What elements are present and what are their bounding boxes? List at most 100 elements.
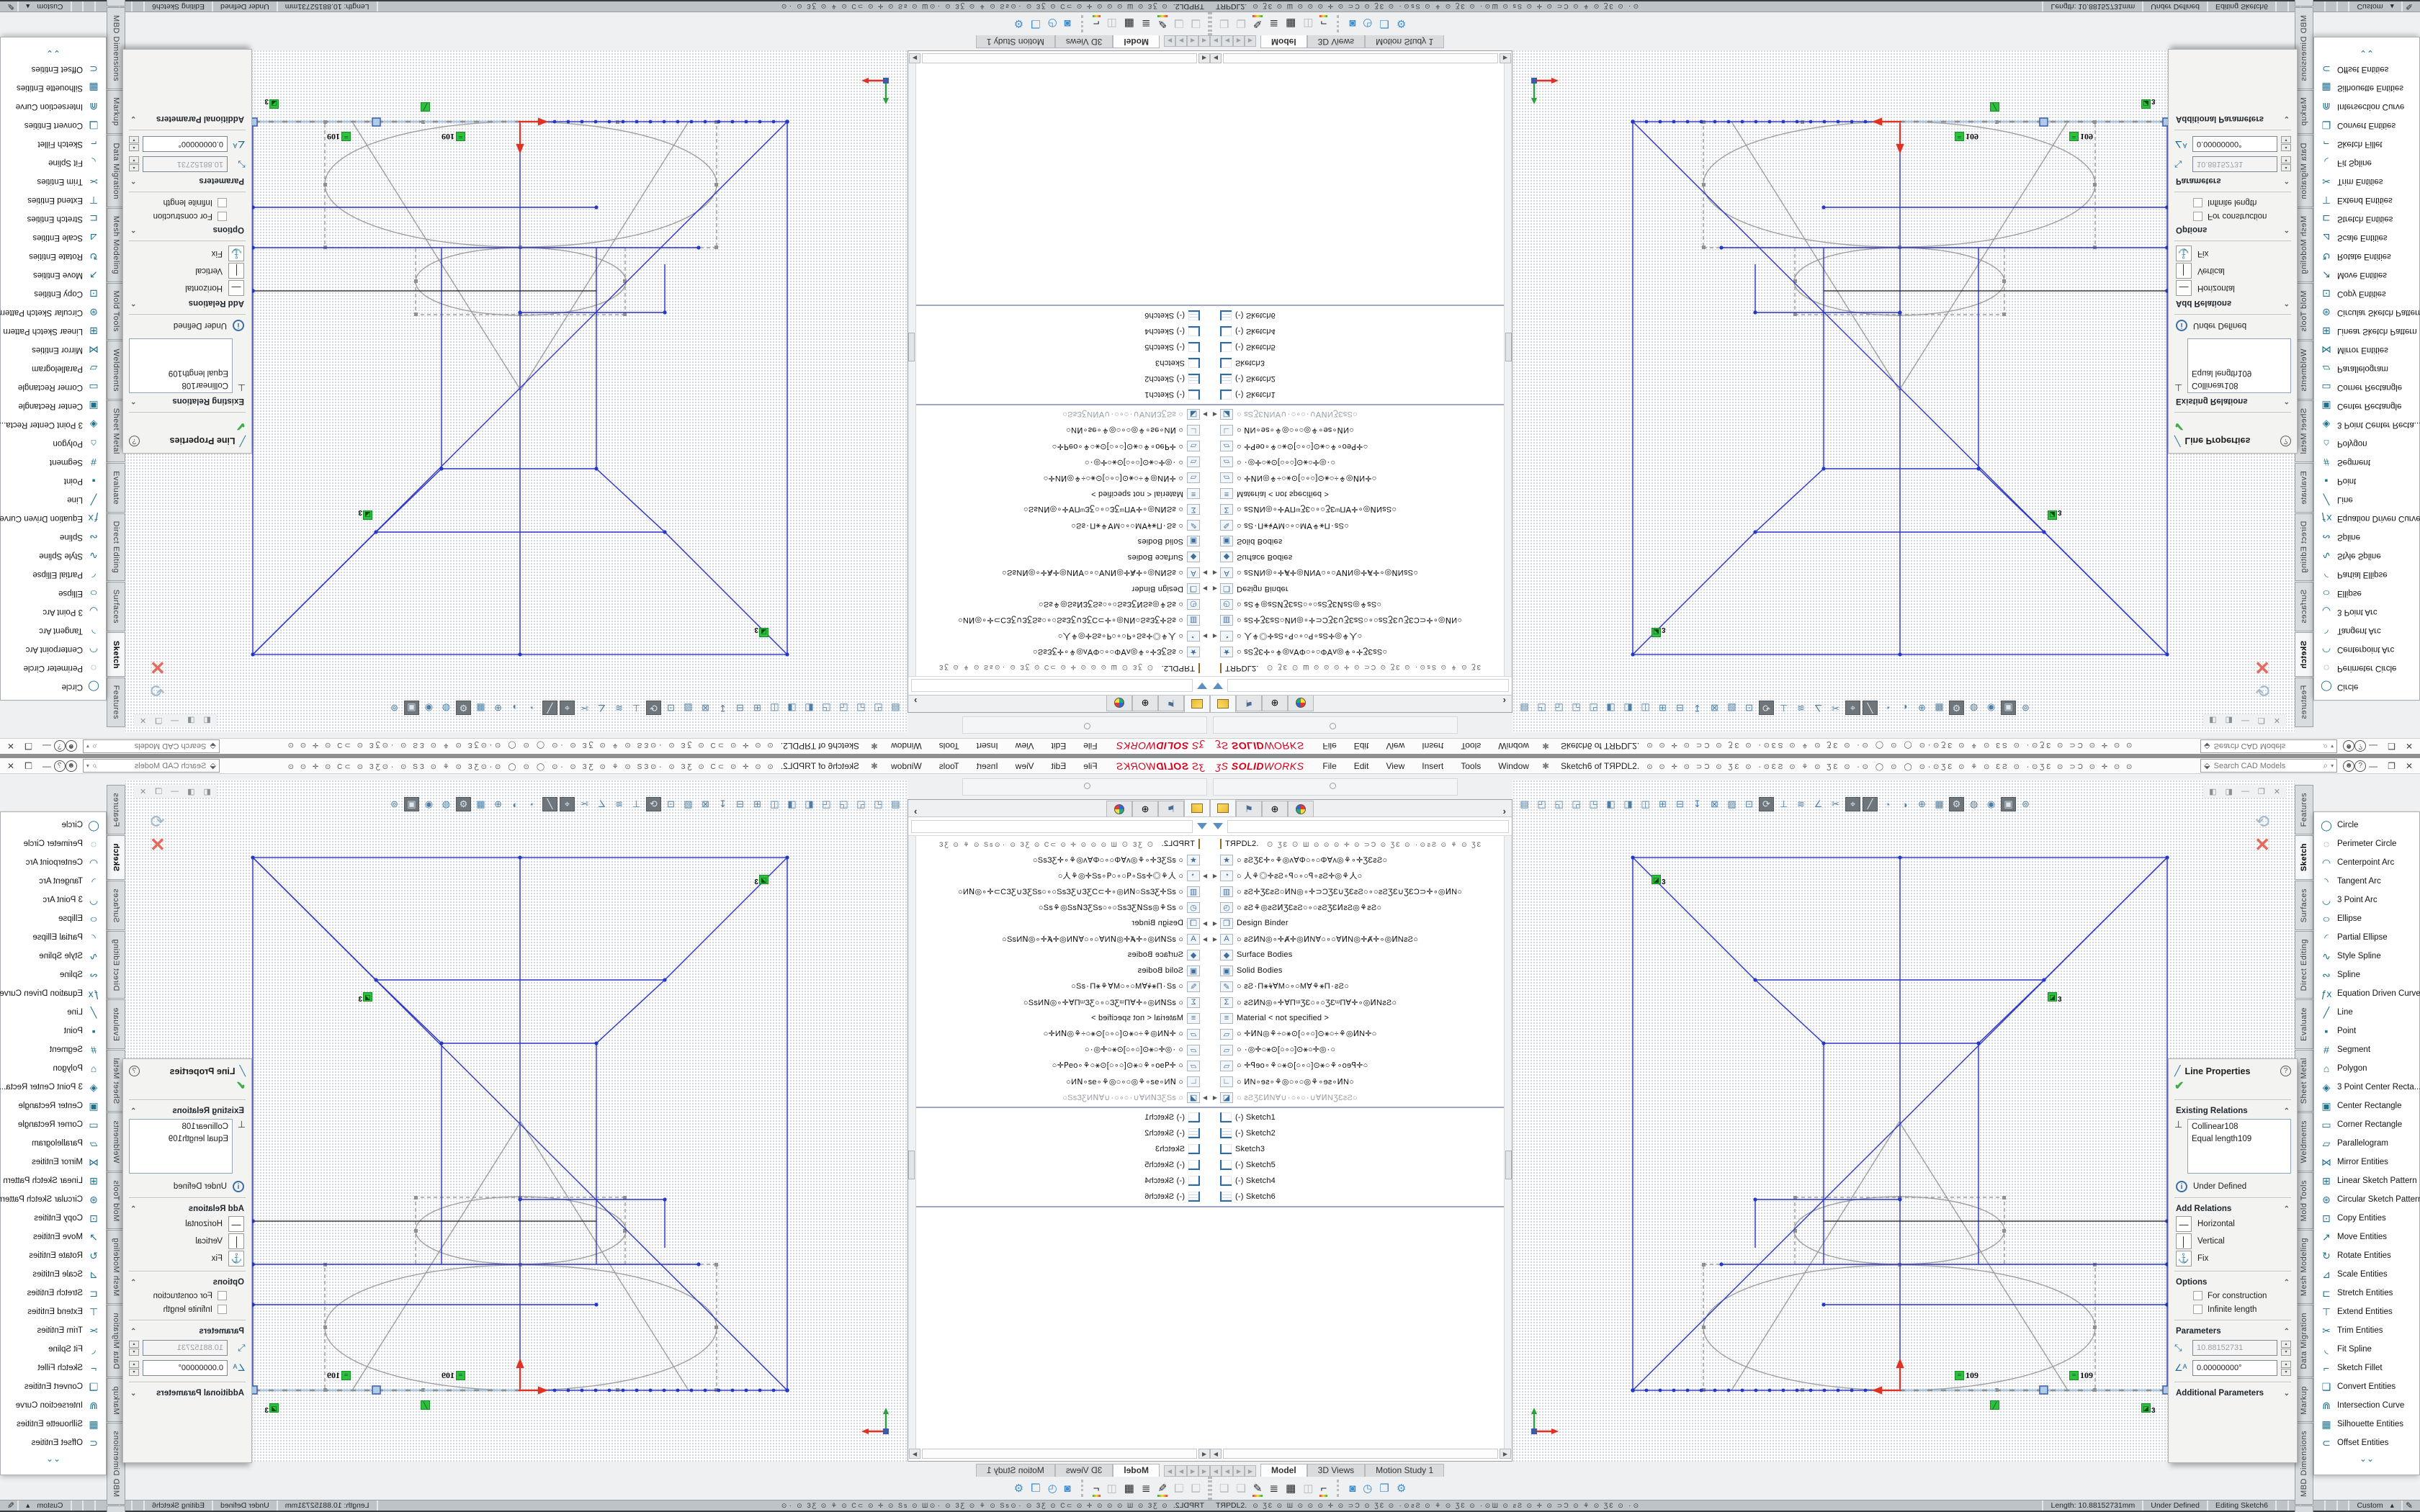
view-toolbar-icon[interactable]: ▦: [473, 701, 488, 715]
scrollbar-thumb[interactable]: [1505, 333, 1512, 361]
edit-sketch-icon[interactable]: ✎: [2401, 1500, 2420, 1511]
heads-up-view-toolbar[interactable]: ▤◰◱◲◳◧◨◫⊞⊟↧⊠▨⊡⟳⊥≋∠✂⌖╱◔◑⊕▦⚙◍◉▣⊚: [387, 797, 903, 811]
bottom-toolbar-icon[interactable]: ❏: [1219, 1482, 1229, 1495]
tool-corner-rectangle[interactable]: ▭Corner Rectangle: [1, 378, 106, 397]
tool-extend-entities[interactable]: ⊤Extend Entities: [2314, 1302, 2419, 1321]
tool-spline[interactable]: ∾Spline: [2314, 528, 2419, 546]
relation-badge[interactable]: ◪3: [2048, 510, 2057, 520]
checkbox-icon[interactable]: [2193, 1305, 2202, 1314]
minimize-doc-button[interactable]: —: [2241, 787, 2249, 796]
panel-help-icon[interactable]: ?: [2280, 436, 2291, 446]
tree-item[interactable]: ✎○ ƨƧ٠Π⚹⚘ⱯΜ○∘○ΜⱯ⚘⚹Π٠ƨƧ○: [908, 978, 1210, 994]
command-tab-evaluate[interactable]: Evaluate: [2295, 463, 2313, 513]
tree-item[interactable]: ▶◔○ 人⚘◎✛ƨƧ∘ꟼ○∘○ꟼ∘ƨƧ✛◎⚘人○: [908, 629, 1210, 644]
view-toolbar-icon[interactable]: ◰: [1534, 797, 1549, 811]
quick-access-toolbar[interactable]: ⊙ ⊙ ✛ ⊙ ⊃Ɔ ⊙ ƷƐ ⊙ ٠ ⊙ ƐƧ ⊙ ⚘ ⊙ ƷƐ ⊙ ٠ ⊙ …: [220, 741, 774, 752]
tool-line[interactable]: ╱Line: [1, 490, 106, 509]
tree-root-item[interactable]: TЯPDL2. ⊙ ƷƐ ⊙ Ш ⊙ ⊙ ⊙ ✛ ⊙ ⊃Ɔ ⊙ ƷƐ ⊙ ٠ ⊙…: [908, 660, 1210, 676]
doc-tab-3d-views[interactable]: 3D Views: [1055, 35, 1113, 48]
bottom-toolbar-icon[interactable]: ❐: [1031, 1482, 1040, 1495]
tool-stretch-entities[interactable]: ⊏Stretch Entities: [2314, 1284, 2419, 1302]
scrollbar-track[interactable]: [1223, 1449, 1498, 1459]
section-add-relations[interactable]: Add Relations⌃: [123, 297, 251, 310]
tool-ellipse[interactable]: ○Ellipse: [1, 584, 106, 603]
tree-item-sketch[interactable]: (-) Sketch2: [1210, 371, 1512, 387]
view-toolbar-icon[interactable]: ⌖: [1845, 797, 1860, 811]
view-toolbar-icon[interactable]: ▤: [888, 701, 903, 715]
tool-center-rectangle[interactable]: ▣Center Rectangle: [2314, 1097, 2419, 1115]
bottom-toolbar-icon[interactable]: ◷: [1363, 17, 1372, 30]
view-toolbar-icon[interactable]: ◍: [439, 797, 454, 811]
section-options[interactable]: Options⌃: [123, 223, 251, 236]
tool-copy-entities[interactable]: ⊡Copy Entities: [1, 1209, 106, 1228]
view-toolbar-icon[interactable]: ⊡: [1742, 701, 1757, 715]
doc-tab-motion-study-1[interactable]: Motion Study 1: [1365, 35, 1444, 48]
tree-item[interactable]: ▶◪○ ƨƧƷƐͶΝⱯ∪٠○∘○٠∪ⱯͶΝƷƐƨƧ○: [908, 407, 1210, 423]
bottom-toolbar-icon[interactable]: ◙: [1065, 1482, 1071, 1495]
tree-horizontal-scrollbar[interactable]: ◀ ▶: [1210, 1448, 1511, 1459]
section-options[interactable]: Options⌃: [2169, 223, 2297, 236]
status-units-dropdown[interactable]: Custom▴: [19, 1, 71, 12]
close-button[interactable]: ✕: [7, 761, 14, 771]
relation-badge[interactable]: ◪3: [2048, 992, 2057, 1002]
view-toolbar-icon[interactable]: ▦: [1932, 797, 1947, 811]
tree-item[interactable]: ★○ ƨƧƷƐ✛∘⚘◎ʌⱯΦ○∘○ΦⱯʌ◎⚘∘✛ƷƐƨƧ○: [908, 852, 1210, 868]
relation-badge[interactable]: ╱: [1990, 102, 1999, 112]
exit-sketch-icon[interactable]: ⟲: [2254, 811, 2270, 832]
tab-propertymanager[interactable]: ⊕: [1262, 696, 1288, 711]
add-relation-fix[interactable]: ⚓Fix: [2169, 1250, 2297, 1267]
tool-move-entities[interactable]: ↗Move Entities: [2314, 266, 2419, 284]
command-tab-sketch[interactable]: Sketch: [2295, 835, 2313, 879]
pin-icon[interactable]: ✱: [871, 742, 878, 752]
tool-copy-entities[interactable]: ⊡Copy Entities: [1, 284, 106, 303]
tree-item[interactable]: ▶◪○ ƨƧƷƐͶΝⱯ∪٠○∘○٠∪ⱯͶΝƷƐƨƧ○: [1210, 407, 1512, 423]
tool-corner-rectangle[interactable]: ▭Corner Rectangle: [2314, 1115, 2419, 1134]
relation-badge[interactable]: ◪3: [759, 875, 768, 884]
tree-item-sketch[interactable]: (-) Sketch5: [908, 1157, 1210, 1173]
param-angle[interactable]: ∠ᴬ0.00000000°▴▾: [2169, 1358, 2297, 1378]
tool-convert-entities[interactable]: ❏Convert Entities: [2314, 116, 2419, 135]
view-toolbar-icon[interactable]: ◰: [871, 701, 886, 715]
heads-up-view-toolbar[interactable]: ▤◰◱◲◳◧◨◫⊞⊟↧⊠▨⊡⟳⊥≋∠✂⌖╱◔◑⊕▦⚙◍◉▣⊚: [1517, 797, 2033, 811]
bottom-toolbar-icon[interactable]: ✎: [1158, 1482, 1168, 1495]
command-tab-sketch[interactable]: Sketch: [107, 633, 125, 677]
view-toolbar-icon[interactable]: ↧: [715, 797, 730, 811]
bottom-toolbar-icon[interactable]: ❏: [1174, 17, 1183, 30]
tool-rotate-entities[interactable]: ↻Rotate Entities: [1, 1246, 106, 1265]
spinner-control[interactable]: ▴▾: [129, 1341, 139, 1356]
restore-doc-button[interactable]: ❐: [155, 787, 162, 796]
tool-copy-entities[interactable]: ⊡Copy Entities: [2314, 1209, 2419, 1228]
view-toolbar-icon[interactable]: ◉: [421, 797, 436, 811]
scrollbar-track[interactable]: [922, 53, 1197, 63]
tool-scale-entities[interactable]: ⊿Scale Entities: [2314, 228, 2419, 247]
section-additional-parameters[interactable]: Additional Parameters⌄: [123, 1387, 251, 1400]
add-relation-fix[interactable]: ⚓Fix: [2169, 245, 2297, 262]
bottom-toolbar-icon[interactable]: ◙: [1349, 1482, 1355, 1495]
tool-parallelogram[interactable]: ▱Parallelogram: [1, 1134, 106, 1153]
view-toolbar-icon[interactable]: ≋: [611, 797, 627, 811]
tool-silhouette-entities[interactable]: ▦Silhouette Entities: [2314, 78, 2419, 97]
tab-nav-arrow[interactable]: ◀: [1210, 1465, 1222, 1477]
tool-spline[interactable]: ∾Spline: [2314, 966, 2419, 984]
tab-nav-arrow[interactable]: ▶: [1233, 1465, 1245, 1477]
minimize-doc-button[interactable]: —: [171, 787, 179, 796]
prev-window-icon[interactable]: ◧: [2209, 716, 2216, 725]
tool-line[interactable]: ╱Line: [1, 1003, 106, 1022]
tree-item[interactable]: ★○ ƨƧƷƐ✛∘⚘◎ʌⱯΦ○∘○ΦⱯʌ◎⚘∘✛ƷƐƨƧ○: [908, 644, 1210, 660]
view-toolbar-icon[interactable]: ✂: [577, 701, 592, 715]
status-units-dropdown[interactable]: Custom▴: [2348, 1, 2401, 12]
tool-fit-spline[interactable]: ◟Fit Spline: [2314, 153, 2419, 172]
menu-tools[interactable]: Tools: [931, 761, 968, 771]
view-toolbar-icon[interactable]: ◨: [1621, 797, 1636, 811]
checkbox-icon[interactable]: [2193, 1291, 2202, 1300]
scrollbar-track[interactable]: [1223, 53, 1498, 63]
tool-trim-entities[interactable]: ✂Trim Entities: [1, 172, 106, 191]
bottom-toolbar-icon[interactable]: ❐: [1031, 17, 1040, 30]
param-value-field[interactable]: 10.88152731: [2192, 156, 2277, 172]
tree-item[interactable]: ▱○ ✛ꟼɘo∘⚘○⚹⊙[○∘○]⊙⚹○⚘∘oɘꟼ✛○: [1210, 438, 1512, 454]
menu-file[interactable]: File: [1075, 742, 1106, 752]
command-tab-surfaces[interactable]: Surfaces: [107, 881, 125, 930]
exit-sketch-icon[interactable]: ⟲: [2254, 680, 2270, 701]
tool-3-point-center-recta-[interactable]: ◈3 Point Center Recta...: [2314, 415, 2419, 434]
bottom-toolbar-icon[interactable]: ◙: [1065, 18, 1071, 30]
